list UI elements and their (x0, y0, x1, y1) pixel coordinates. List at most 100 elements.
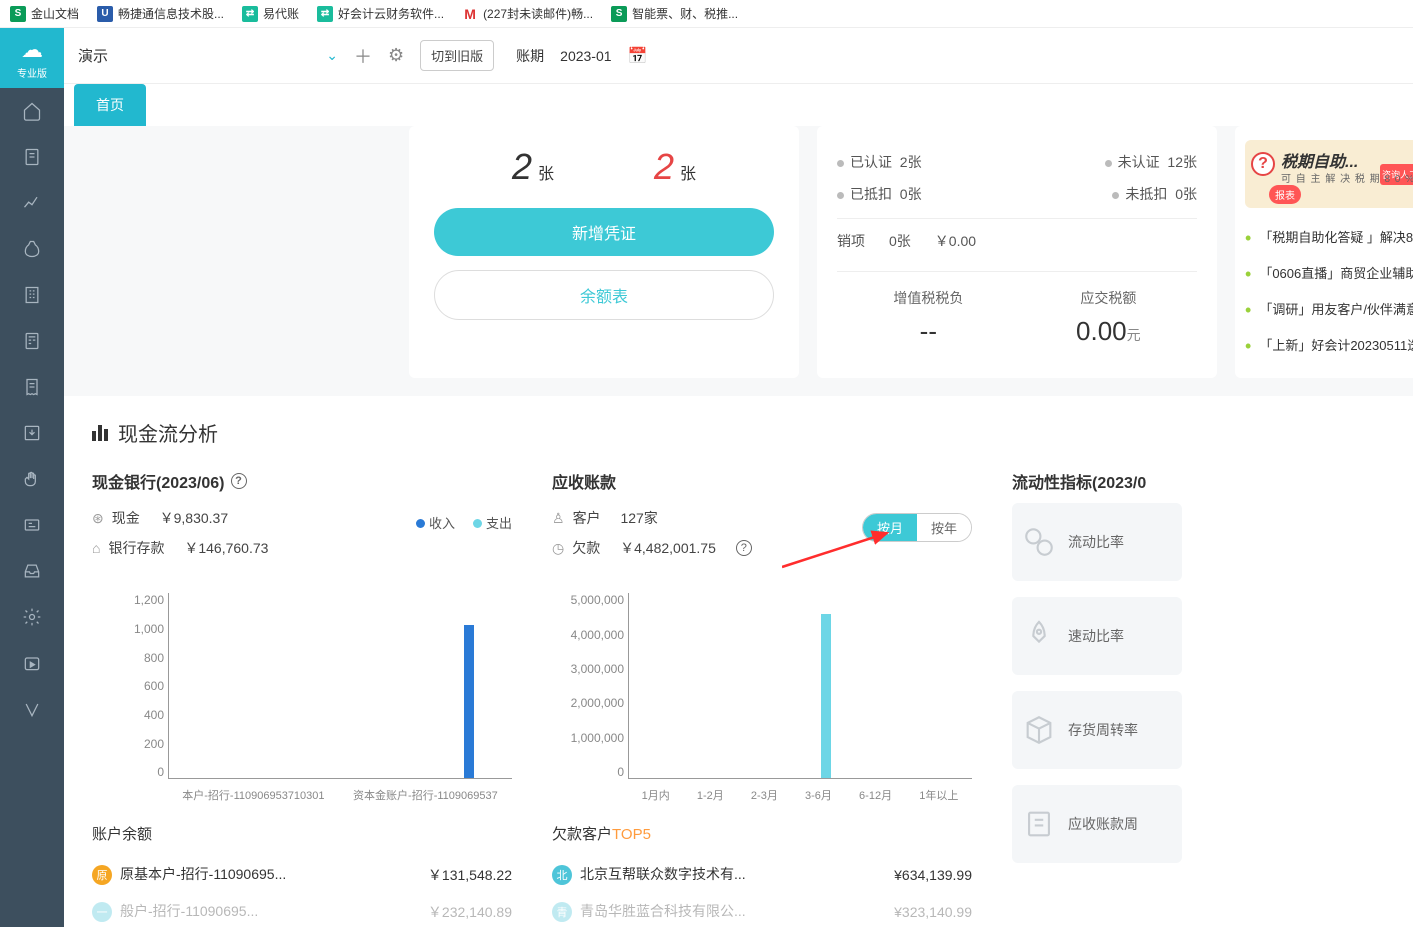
new-voucher-button[interactable]: 新增凭证 (434, 208, 774, 256)
cash-column: 现金银行(2023/06)? ⊛现金 ￥9,830.37 ⌂银行存款 ￥146,… (92, 469, 512, 927)
bookmark-item[interactable]: ⇄易代账 (242, 5, 299, 22)
tax-card: 已认证 2张未认证 12张 已抵扣 0张未抵扣 0张 销项0张￥0.00 增值税… (817, 126, 1217, 378)
section-title: 现金流分析 (92, 418, 1385, 447)
sidebar-hand[interactable] (0, 456, 64, 502)
news-list: 「税期自助化答疑 」解决80% 「0606直播」商贸企业辅助核 「调研」用友客户… (1245, 220, 1413, 364)
home-icon (22, 101, 42, 121)
tab-row: 首页 (64, 84, 1413, 126)
cashflow-section: 现金流分析 现金银行(2023/06)? ⊛现金 ￥9,830.37 ⌂银行存款… (64, 396, 1413, 927)
metric-inventory-turnover[interactable]: 存货周转率 (1012, 691, 1182, 769)
calendar-icon[interactable]: 📅 (628, 46, 648, 66)
sidebar-money[interactable] (0, 226, 64, 272)
sidebar-inbox[interactable] (0, 548, 64, 594)
news-item[interactable]: 「调研」用友客户/伙伴满意度 (1245, 292, 1413, 328)
avatar: 青 (552, 902, 572, 922)
news-item[interactable]: 「0606直播」商贸企业辅助核 (1245, 256, 1413, 292)
voucher-count-1: 2 (512, 146, 532, 187)
account-row[interactable]: 一般户-招行-11090695...￥232,140.89 (92, 893, 512, 927)
cloud-icon: ☁ (21, 37, 43, 63)
org-name: 演示 (78, 45, 108, 66)
download-icon (22, 423, 42, 443)
banner-badge: 报表 (1269, 185, 1301, 204)
metric-quick-ratio[interactable]: 速动比率 (1012, 597, 1182, 675)
gear-icon[interactable]: ⚙ (388, 45, 404, 66)
logo[interactable]: ☁ 专业版 (0, 28, 64, 88)
account-row[interactable]: 原原基本户-招行-11090695...￥131,548.22 (92, 856, 512, 893)
chart-icon (22, 193, 42, 213)
sidebar: ☁ 专业版 (0, 28, 64, 927)
switch-version-button[interactable]: 切到旧版 (420, 40, 494, 71)
logo-label: 专业版 (17, 65, 47, 80)
bar-income (464, 625, 474, 779)
bank-icon: ⌂ (92, 540, 100, 556)
receivables-column: 应收账款 ♙客户 127家 ◷欠款 ￥4,482,001.75 ? 按月 按年 … (552, 469, 972, 927)
toggle-year[interactable]: 按年 (917, 514, 971, 541)
calc-icon (22, 331, 42, 351)
bar-recv (821, 614, 831, 779)
sidebar-video[interactable] (0, 640, 64, 686)
sidebar-home[interactable] (0, 88, 64, 134)
bars-icon (92, 425, 108, 441)
bookmark-item[interactable]: M(227封未读邮件)畅... (462, 5, 593, 22)
org-selector[interactable]: 演示 ⌄ (78, 45, 338, 66)
hand-icon (22, 469, 42, 489)
sidebar-chart[interactable] (0, 180, 64, 226)
period-label: 账期 (516, 46, 544, 66)
yen-icon: ⊛ (92, 510, 104, 527)
bookmark-icon: U (97, 6, 113, 22)
receipt-icon (22, 377, 42, 397)
top5-head: 欠款客户TOP5 (552, 823, 972, 844)
moneybag-icon (22, 239, 42, 259)
browser-bookmarks: S金山文档 U畅捷通信息技术股... ⇄易代账 ⇄好会计云财务软件... M(2… (0, 0, 1413, 28)
add-icon[interactable]: ＋ (354, 43, 372, 69)
metric-current-ratio[interactable]: 流动比率 (1012, 503, 1182, 581)
period-value: 2023-01 (560, 48, 611, 64)
v-icon (22, 699, 42, 719)
content-scroll[interactable]: 2张 2张 新增凭证 余额表 已认证 2张未认证 12张 已抵扣 0张未抵扣 0… (64, 126, 1413, 927)
document-icon (22, 147, 42, 167)
question-icon: ? (1251, 152, 1275, 176)
news-item[interactable]: 「税期自助化答疑 」解决80% (1245, 220, 1413, 256)
ratio-icon (1022, 525, 1056, 559)
main: 演示 ⌄ ＋ ⚙ 切到旧版 账期 2023-01 📅 首页 2张 2张 新增凭证 (64, 28, 1413, 927)
sidebar-receipt[interactable] (0, 364, 64, 410)
customer-row[interactable]: 北北京互帮联众数字技术有...¥634,139.99 (552, 856, 972, 893)
avatar: 原 (92, 865, 112, 885)
bookmark-item[interactable]: U畅捷通信息技术股... (97, 5, 224, 22)
bookmark-icon: M (462, 6, 478, 22)
topbar: 演示 ⌄ ＋ ⚙ 切到旧版 账期 2023-01 📅 (64, 28, 1413, 84)
sidebar-calc[interactable] (0, 318, 64, 364)
sidebar-settings[interactable] (0, 594, 64, 640)
ticket-icon (22, 515, 42, 535)
banner-title: 税期自助... (1281, 148, 1358, 172)
video-icon (22, 653, 42, 673)
recv-plot (628, 593, 972, 779)
chevron-down-icon: ⌄ (326, 47, 338, 64)
balance-sheet-button[interactable]: 余额表 (434, 270, 774, 320)
bookmark-item[interactable]: ⇄好会计云财务软件... (317, 5, 444, 22)
invoice-icon (1022, 807, 1056, 841)
building-icon (22, 285, 42, 305)
sidebar-v[interactable] (0, 686, 64, 732)
user-icon: ♙ (552, 510, 565, 527)
help-icon[interactable]: ? (736, 540, 752, 556)
bookmark-item[interactable]: S金山文档 (10, 5, 79, 22)
news-item[interactable]: 「上新」好会计20230511迭代 (1245, 328, 1413, 364)
bookmark-icon: S (611, 6, 627, 22)
banner-sub: 可 自 主 解 决 税 期 8 0 % (1281, 170, 1413, 185)
metric-ar-turnover[interactable]: 应收账款周 (1012, 785, 1182, 863)
dashboard-cards: 2张 2张 新增凭证 余额表 已认证 2张未认证 12张 已抵扣 0张未抵扣 0… (64, 126, 1413, 396)
news-banner[interactable]: ? 税期自助... 可 自 主 解 决 税 期 8 0 % 报表 咨询人工可 (1245, 140, 1413, 208)
chart-legend: 收入支出 (416, 513, 512, 532)
recv-chart: 5,000,0004,000,0003,000,0002,000,0001,00… (552, 593, 972, 803)
sidebar-building[interactable] (0, 272, 64, 318)
tab-home[interactable]: 首页 (74, 84, 146, 126)
sidebar-ticket[interactable] (0, 502, 64, 548)
help-icon[interactable]: ? (231, 473, 247, 489)
toggle-month[interactable]: 按月 (863, 514, 917, 541)
sidebar-voucher[interactable] (0, 134, 64, 180)
bookmark-item[interactable]: S智能票、财、税推... (611, 5, 738, 22)
sidebar-download[interactable] (0, 410, 64, 456)
customer-row[interactable]: 青青岛华胜蓝合科技有限公...¥323,140.99 (552, 893, 972, 927)
period-toggle: 按月 按年 (862, 513, 972, 542)
